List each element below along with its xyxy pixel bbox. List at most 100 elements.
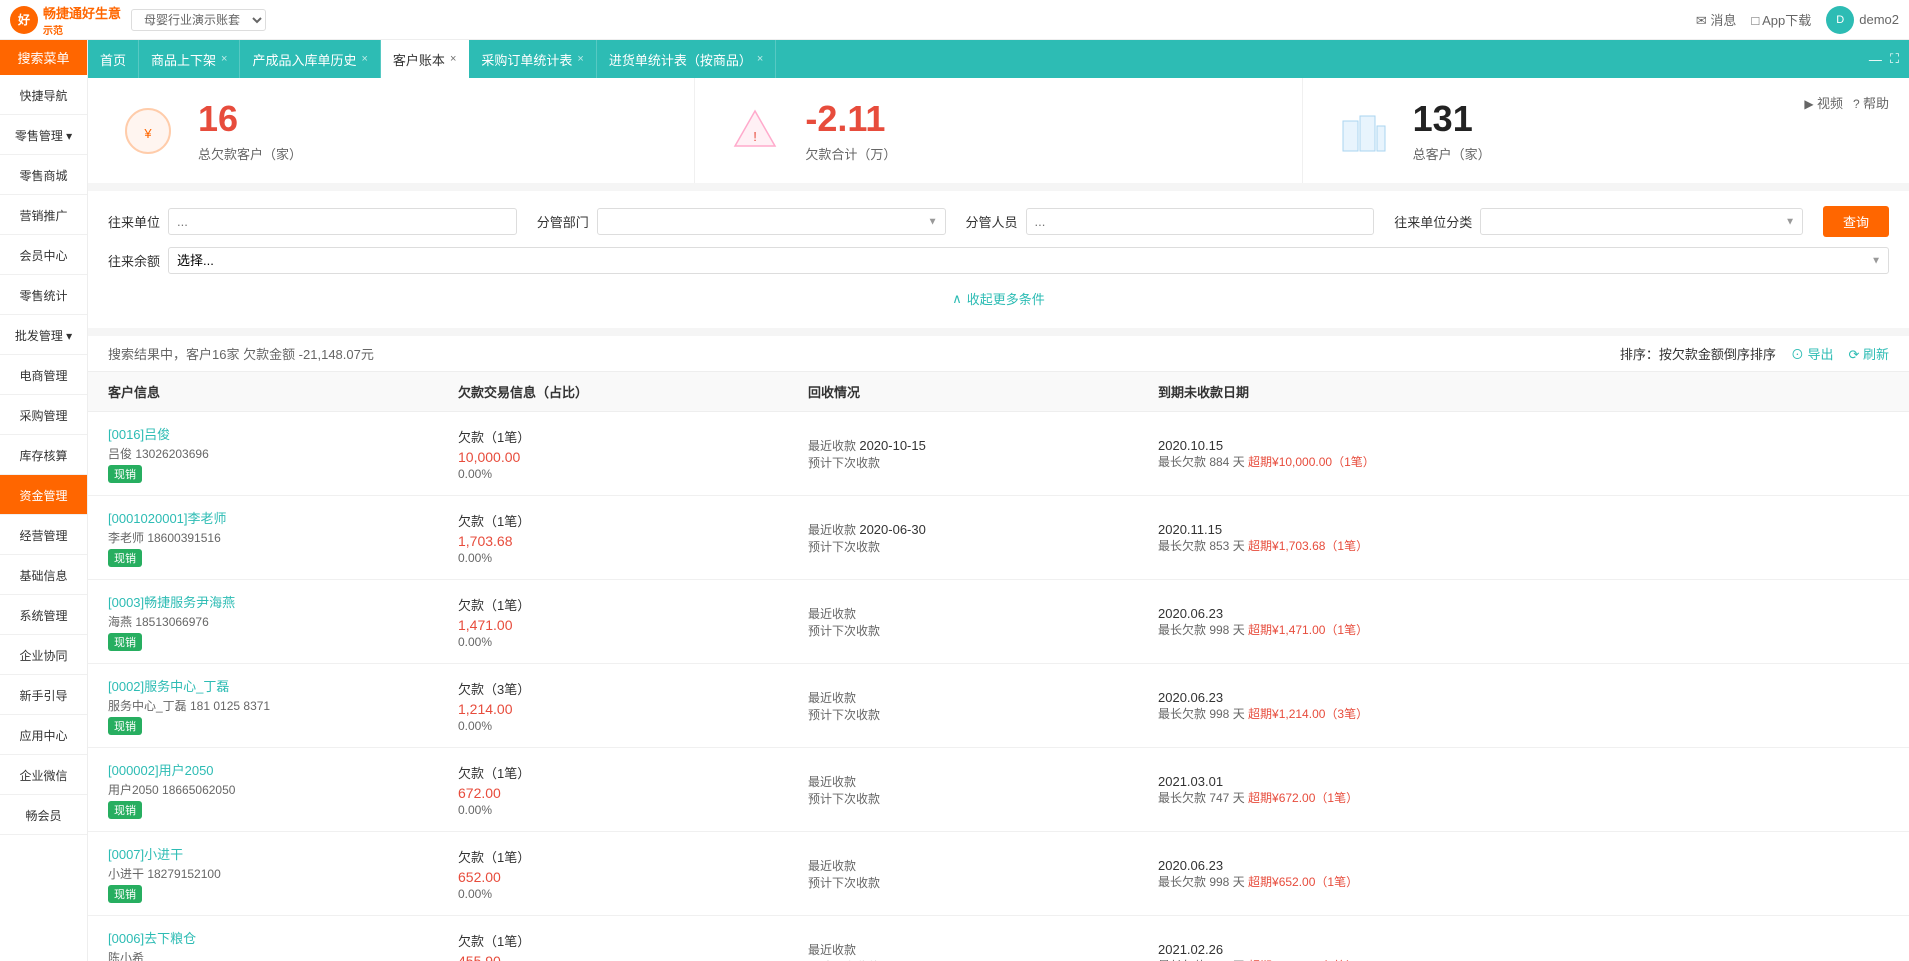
- user-menu[interactable]: D demo2: [1826, 6, 1899, 34]
- customer-name-5[interactable]: [000002]用户2050: [108, 763, 214, 778]
- tab-customer-account[interactable]: 客户账本 ×: [381, 40, 469, 78]
- tab-close-goods-shelf[interactable]: ×: [221, 53, 227, 65]
- stat-icon-2: !: [725, 101, 785, 161]
- sidebar-item-marketing[interactable]: 营销推广: [0, 195, 87, 235]
- tab-goods-shelf[interactable]: 商品上下架 ×: [139, 40, 240, 78]
- sidebar-item-retail-mall[interactable]: 零售商城: [0, 155, 87, 195]
- overdue-link-6[interactable]: 超期¥652.00（1笔）: [1248, 875, 1358, 889]
- sidebar-item-vip[interactable]: 畅会员: [0, 795, 87, 835]
- sidebar-item-retail-stats[interactable]: 零售统计: [0, 275, 87, 315]
- logo: 好 畅捷通好生意 示范: [10, 3, 121, 37]
- unit-class-select[interactable]: [1480, 208, 1803, 235]
- sidebar-item-ecommerce[interactable]: 电商管理: [0, 355, 87, 395]
- sidebar-search[interactable]: 搜索菜单: [0, 40, 87, 75]
- sidebar-item-member[interactable]: 会员中心: [0, 235, 87, 275]
- overdue-link-2[interactable]: 超期¥1,703.68（1笔）: [1248, 539, 1368, 553]
- collection-info-7: 最近收款 预计下次收款: [808, 941, 1158, 961]
- table-row: [000002]用户2050 用户2050 18665062050 现销 欠款（…: [88, 748, 1909, 832]
- tab-purchase-stats[interactable]: 采购订单统计表 ×: [469, 40, 596, 78]
- from-unit-input[interactable]: [168, 208, 517, 235]
- message-btn[interactable]: ✉ 消息: [1696, 10, 1737, 29]
- customer-name-6[interactable]: [0007]小进干: [108, 847, 183, 862]
- refresh-btn[interactable]: ⟳ 刷新: [1848, 344, 1889, 363]
- collection-info-4: 最近收款 预计下次收款: [808, 689, 1158, 723]
- person-input[interactable]: [1026, 208, 1375, 235]
- page-content: ¥ 16 总欠款客户（家） !: [88, 78, 1909, 961]
- sidebar-item-batch-mgmt[interactable]: 批发管理 ▾: [0, 315, 87, 355]
- overdue-link-1[interactable]: 超期¥10,000.00（1笔）: [1248, 455, 1375, 469]
- collection-info-3: 最近收款 预计下次收款: [808, 605, 1158, 639]
- sidebar-item-purchase[interactable]: 采购管理: [0, 395, 87, 435]
- due-info-6: 2020.06.23 最长欠款 998 天 超期¥652.00（1笔）: [1158, 858, 1889, 890]
- due-info-4: 2020.06.23 最长欠款 998 天 超期¥1,214.00（3笔）: [1158, 690, 1889, 722]
- table-row: [0003]畅捷服务尹海燕 海燕 18513066976 现销 欠款（1笔） 1…: [88, 580, 1909, 664]
- sidebar-item-operations[interactable]: 经营管理: [0, 515, 87, 555]
- tab-close-inbound-stats[interactable]: ×: [757, 53, 763, 65]
- sidebar-item-newbie[interactable]: 新手引导: [0, 675, 87, 715]
- debt-info-1: 欠款（1笔） 10,000.00 0.00%: [458, 427, 808, 481]
- customer-phone-7: 陈小希: [108, 949, 458, 961]
- export-btn[interactable]: ⊙ 导出: [1791, 344, 1834, 363]
- from-unit-label: 往来单位: [108, 212, 160, 231]
- customer-name-1[interactable]: [0016]吕俊: [108, 427, 170, 442]
- table-row: [0016]吕俊 吕俊 13026203696 现销 欠款（1笔） 10,000…: [88, 412, 1909, 496]
- balance-select[interactable]: 选择...: [168, 247, 1889, 274]
- stat-card-2: ! -2.11 欠款合计（万）: [695, 78, 1302, 183]
- tab-inbound-stats[interactable]: 进货单统计表（按商品） ×: [597, 40, 776, 78]
- customer-name-7[interactable]: [0006]去下粮仓: [108, 931, 196, 946]
- debt-info-4: 欠款（3笔） 1,214.00 0.00%: [458, 679, 808, 733]
- logo-subtitle: 示范: [43, 22, 121, 37]
- tab-prod-history[interactable]: 产成品入库单历史 ×: [240, 40, 380, 78]
- stat-info-1: 16 总欠款客户（家）: [198, 98, 302, 163]
- sidebar-item-quick-nav[interactable]: 快捷导航: [0, 75, 87, 115]
- collection-info-6: 最近收款 预计下次收款: [808, 857, 1158, 891]
- customer-name-4[interactable]: [0002]服务中心_丁磊: [108, 679, 229, 694]
- sidebar: 搜索菜单 快捷导航 零售管理 ▾ 零售商城 营销推广 会员中心 零售统计 批发管…: [0, 40, 88, 961]
- sidebar-item-finance[interactable]: 资金管理: [0, 475, 87, 515]
- results-actions: 排序：按欠款金额倒序排序 ⊙ 导出 ⟳ 刷新: [1620, 344, 1889, 363]
- person-label: 分管人员: [966, 212, 1018, 231]
- stat-number-1: 16: [198, 98, 302, 140]
- store-selector[interactable]: 母婴行业演示账套: [131, 9, 266, 31]
- tab-maximize-icon[interactable]: ⛶: [1890, 51, 1899, 67]
- tab-close-customer-account[interactable]: ×: [450, 53, 456, 65]
- tab-close-purchase-stats[interactable]: ×: [577, 53, 583, 65]
- sort-selector[interactable]: 排序：按欠款金额倒序排序: [1620, 344, 1776, 363]
- col-header-due: 到期未收款日期: [1158, 382, 1889, 401]
- avatar: D: [1826, 6, 1854, 34]
- table-header: 客户信息 欠款交易信息（占比） 回收情况 到期未收款日期: [88, 372, 1909, 412]
- overdue-link-5[interactable]: 超期¥672.00（1笔）: [1248, 791, 1358, 805]
- sidebar-item-inventory[interactable]: 库存核算: [0, 435, 87, 475]
- sidebar-item-wechat[interactable]: 企业微信: [0, 755, 87, 795]
- collection-info-5: 最近收款 预计下次收款: [808, 773, 1158, 807]
- overdue-link-3[interactable]: 超期¥1,471.00（1笔）: [1248, 623, 1368, 637]
- customer-name-2[interactable]: [0001020001]李老师: [108, 511, 227, 526]
- app-download-btn[interactable]: □ App下载: [1751, 10, 1811, 29]
- overdue-link-4[interactable]: 超期¥1,214.00（3笔）: [1248, 707, 1368, 721]
- due-info-1: 2020.10.15 最长欠款 884 天 超期¥10,000.00（1笔）: [1158, 438, 1889, 470]
- help-btn[interactable]: ? 帮助: [1853, 93, 1889, 112]
- dept-select[interactable]: [597, 208, 946, 235]
- sidebar-item-enterprise[interactable]: 企业协同: [0, 635, 87, 675]
- sidebar-item-system[interactable]: 系统管理: [0, 595, 87, 635]
- filter-row-1: 往来单位 分管部门 分管人员: [108, 206, 1889, 237]
- customer-badge-1: 现销: [108, 465, 142, 483]
- tab-minimize-icon[interactable]: —: [1869, 52, 1882, 67]
- tab-home[interactable]: 首页: [88, 40, 139, 78]
- table-row: [0006]去下粮仓 陈小希 现销 欠款（1笔） 455.90 0.00% 最近…: [88, 916, 1909, 961]
- sidebar-item-basic-info[interactable]: 基础信息: [0, 555, 87, 595]
- sidebar-item-retail-mgmt[interactable]: 零售管理 ▾: [0, 115, 87, 155]
- video-btn[interactable]: ▶ 视频: [1804, 93, 1843, 112]
- sidebar-item-apps[interactable]: 应用中心: [0, 715, 87, 755]
- dept-label: 分管部门: [537, 212, 589, 231]
- svg-text:!: !: [754, 129, 758, 144]
- search-button[interactable]: 查询: [1823, 206, 1889, 237]
- customer-name-3[interactable]: [0003]畅捷服务尹海燕: [108, 595, 235, 610]
- filter-collapse[interactable]: ∧ 收起更多条件: [108, 284, 1889, 313]
- tab-close-prod-history[interactable]: ×: [361, 53, 367, 65]
- customer-info-7: [0006]去下粮仓 陈小希 现销: [108, 928, 458, 961]
- debt-info-6: 欠款（1笔） 652.00 0.00%: [458, 847, 808, 901]
- logo-text: 畅捷通好生意: [43, 3, 121, 22]
- stat-card-3: 131 总客户（家） ▶ 视频 ? 帮助: [1303, 78, 1909, 183]
- collection-info-2: 最近收款 2020-06-30 预计下次收款: [808, 521, 1158, 555]
